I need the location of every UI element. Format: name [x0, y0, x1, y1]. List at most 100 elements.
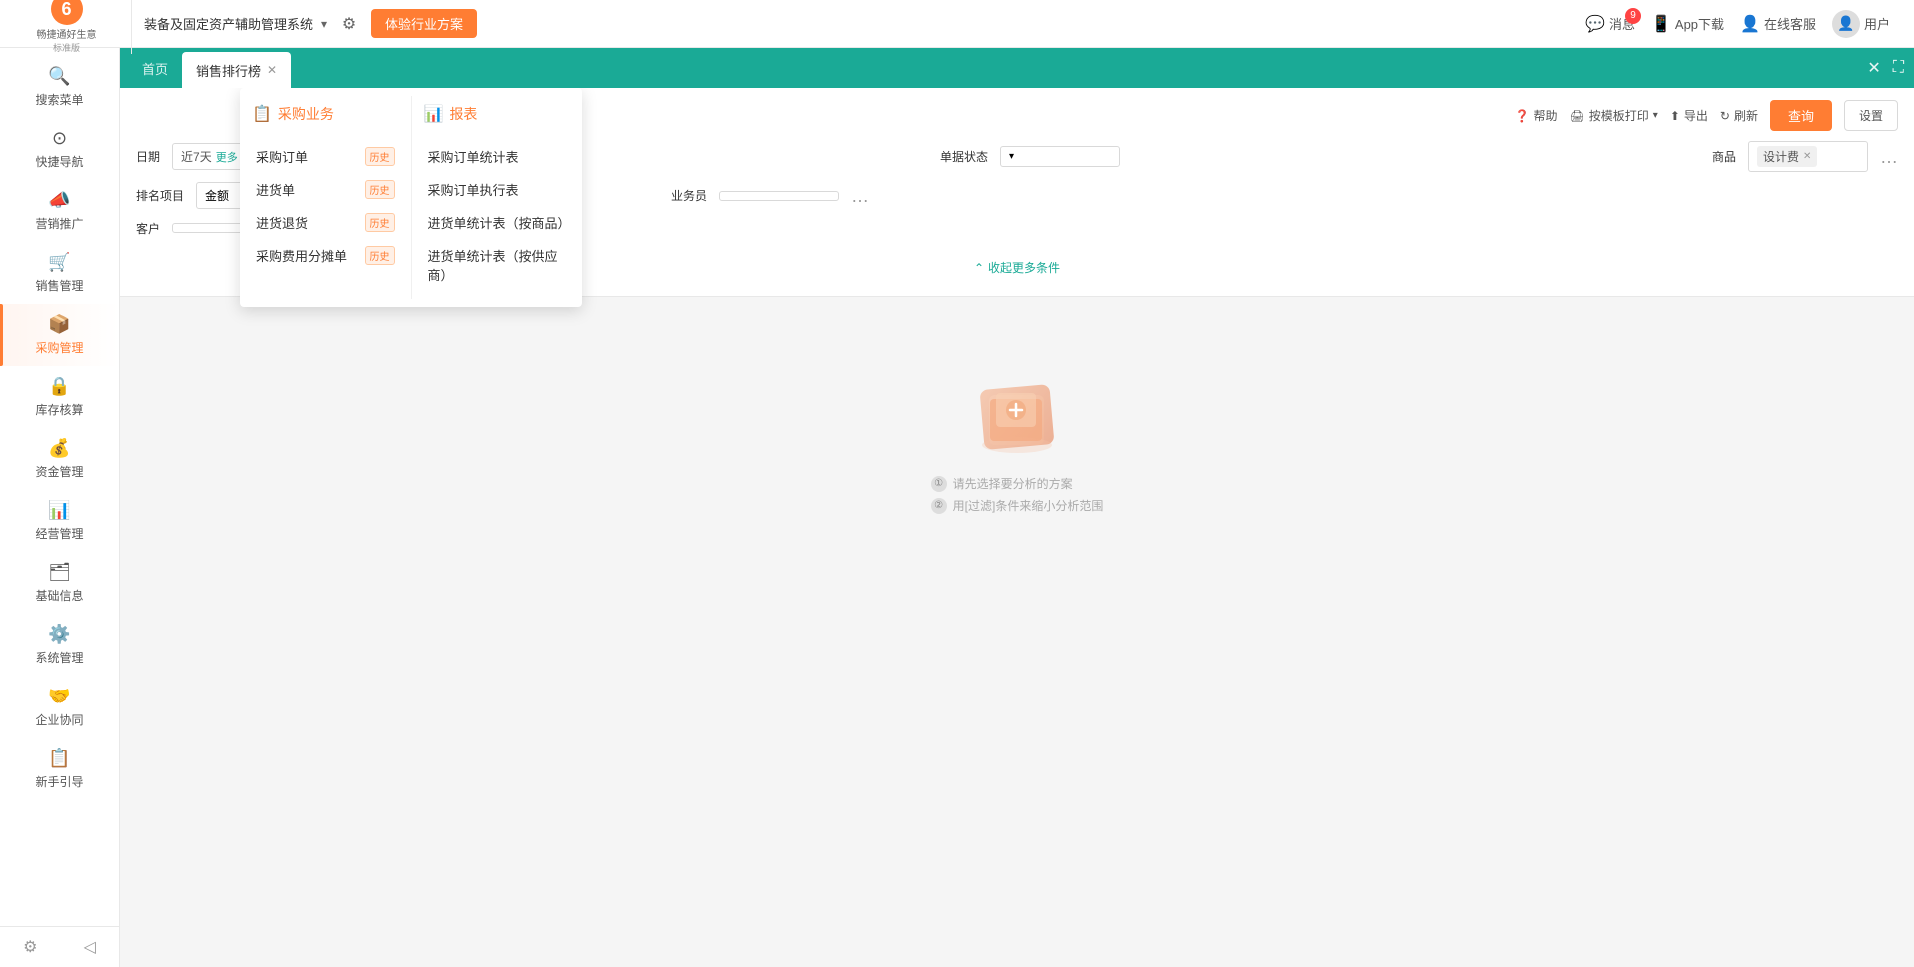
- tip-text-1: 请先选择要分析的方案: [953, 473, 1073, 495]
- menu-item-order-exec[interactable]: 采购订单执行表: [424, 173, 571, 206]
- sidebar-item-basic[interactable]: 🗂 基础信息: [0, 552, 119, 614]
- tab-bar-maximize-btn[interactable]: ⛶: [1891, 57, 1906, 79]
- message-action[interactable]: 💬 消息 9: [1585, 14, 1635, 34]
- menu-item-order-stats[interactable]: 采购订单统计表: [424, 140, 571, 173]
- tab-home[interactable]: 首页: [128, 48, 182, 88]
- salesperson-label: 业务员: [671, 187, 707, 204]
- doc-status-select[interactable]: ▾: [1000, 146, 1120, 167]
- logo-icon: 6: [51, 0, 83, 25]
- user-action[interactable]: 👤 用户: [1832, 10, 1890, 38]
- sidebar-item-sales[interactable]: 🛒 销售管理: [0, 242, 119, 304]
- sidebar-item-finance[interactable]: 💰 资金管理: [0, 428, 119, 490]
- sales-icon: 🛒: [48, 252, 70, 273]
- sidebar-item-operation[interactable]: 📊 经营管理: [0, 490, 119, 552]
- guide-icon: 📋: [48, 748, 70, 769]
- sidebar-item-label-sales: 销售管理: [35, 277, 83, 294]
- collapse-icon: ⌃: [974, 261, 984, 275]
- print-label: 按模板打印: [1589, 107, 1649, 124]
- purchase-col-title: 📋 采购业务: [252, 104, 399, 130]
- order-exec-label: 采购订单执行表: [428, 180, 519, 199]
- finance-icon: 💰: [48, 438, 70, 459]
- purchase-dropdown-menu: 📋 采购业务 采购订单 历史 进货单 历史 进货退货 历史: [240, 88, 582, 307]
- settings-btn[interactable]: ⚙: [335, 10, 363, 38]
- tab-home-label: 首页: [142, 59, 168, 78]
- logo-badge: 标准版: [53, 41, 80, 54]
- dropdown-arrow-icon[interactable]: ▾: [321, 17, 327, 31]
- goods-more-dots[interactable]: …: [1880, 148, 1898, 166]
- sidebar-item-marketing[interactable]: 📣 营销推广: [0, 180, 119, 242]
- query-btn[interactable]: 查询: [1770, 100, 1832, 131]
- menu-item-purchase-cost[interactable]: 采购费用分摊单 历史: [252, 239, 399, 272]
- help-btn[interactable]: ❓ 帮助: [1515, 107, 1558, 124]
- sidebar-item-enterprise[interactable]: 🤝 企业协同: [0, 676, 119, 738]
- goods-select[interactable]: 设计费 ✕: [1748, 141, 1868, 172]
- report-col: 📊 报表 采购订单统计表 采购订单执行表 进货单统计表（按商品） 进货单统计表（…: [411, 96, 583, 299]
- incoming-history-badge: 历史: [365, 180, 395, 199]
- empty-state: ① 请先选择要分析的方案 ② 用[过滤]条件来缩小分析范围: [120, 297, 1914, 597]
- sidebar-item-system[interactable]: ⚙️ 系统管理: [0, 614, 119, 676]
- system-name: 装备及固定资产辅助管理系统: [144, 14, 313, 33]
- sidebar-item-guide[interactable]: 📋 新手引导: [0, 738, 119, 800]
- sidebar-item-inventory[interactable]: 🔒 库存核算: [0, 366, 119, 428]
- industry-btn[interactable]: 体验行业方案: [371, 9, 477, 38]
- date-preset-value: 近7天: [181, 148, 212, 165]
- app-label: App下载: [1675, 14, 1724, 33]
- sidebar-item-label-marketing: 营销推广: [35, 215, 83, 232]
- sidebar-settings-btn[interactable]: ⚙: [23, 937, 37, 957]
- header-middle: 装备及固定资产辅助管理系统 ▾ ⚙ 体验行业方案: [132, 9, 1585, 38]
- help-icon: ❓: [1515, 109, 1530, 123]
- date-label: 日期: [136, 148, 160, 165]
- service-label: 在线客服: [1764, 14, 1816, 33]
- report-col-title-text: 报表: [449, 104, 477, 124]
- refresh-icon: ↻: [1720, 109, 1730, 123]
- purchase-order-label: 采购订单: [256, 147, 308, 166]
- empty-image: [967, 377, 1067, 457]
- app-download-action[interactable]: 📱 App下载: [1651, 14, 1724, 34]
- doc-status-label: 单据状态: [940, 148, 988, 165]
- salesperson-dots[interactable]: …: [851, 187, 869, 205]
- tab-close-icon[interactable]: ✕: [267, 63, 277, 77]
- sidebar-collapse-btn[interactable]: ◁: [84, 937, 96, 957]
- order-stats-label: 采购订单统计表: [428, 147, 519, 166]
- tab-bar-right: ✕ ⛶: [1865, 56, 1906, 80]
- help-label: 帮助: [1534, 107, 1558, 124]
- set-btn[interactable]: 设置: [1844, 100, 1898, 131]
- menu-item-incoming[interactable]: 进货单 历史: [252, 173, 399, 206]
- sidebar-item-search[interactable]: 🔍 搜索菜单: [0, 56, 119, 118]
- salesperson-select[interactable]: [719, 191, 839, 201]
- sidebar-item-quick[interactable]: ⊙ 快捷导航: [0, 118, 119, 180]
- sidebar-item-purchase[interactable]: 📦 采购管理: [0, 304, 119, 366]
- print-btn[interactable]: 🖨 按模板打印 ▾: [1570, 107, 1658, 124]
- tab-sales-ranking[interactable]: 销售排行榜 ✕: [182, 52, 291, 88]
- menu-item-incoming-goods[interactable]: 进货单统计表（按商品）: [424, 206, 571, 239]
- sidebar-item-label-enterprise: 企业协同: [35, 711, 83, 728]
- goods-tag-close[interactable]: ✕: [1803, 151, 1811, 162]
- print-icon: 🖨: [1570, 109, 1585, 123]
- sidebar-item-label-quick: 快捷导航: [35, 153, 83, 170]
- online-service-action[interactable]: 👤 在线客服: [1740, 14, 1816, 34]
- main-layout: 🔍 搜索菜单 ⊙ 快捷导航 📣 营销推广 🛒 销售管理 📦 采购管理 🔒 库存核…: [0, 48, 1914, 967]
- purchase-col-title-text: 采购业务: [278, 104, 334, 124]
- sidebar-item-label-finance: 资金管理: [35, 463, 83, 480]
- content-area: 首页 销售排行榜 ✕ ✕ ⛶ ❓ 帮助: [120, 48, 1914, 967]
- doc-status-dropdown-icon: ▾: [1009, 151, 1014, 162]
- goods-label: 商品: [1712, 148, 1736, 165]
- export-btn[interactable]: ⬆ 导出: [1670, 107, 1708, 124]
- tab-bar-close-btn[interactable]: ✕: [1865, 56, 1882, 80]
- incoming-supplier-label: 进货单统计表（按供应商）: [428, 246, 567, 284]
- sidebar-item-label-purchase: 采购管理: [35, 339, 83, 356]
- tip-num-1: ①: [931, 476, 947, 492]
- marketing-icon: 📣: [48, 190, 70, 211]
- page-content: ❓ 帮助 🖨 按模板打印 ▾ ⬆ 导出 ↻ 刷新: [120, 88, 1914, 967]
- menu-item-purchase-order[interactable]: 采购订单 历史: [252, 140, 399, 173]
- purchase-icon: 📦: [48, 314, 70, 335]
- refresh-btn[interactable]: ↻ 刷新: [1720, 107, 1758, 124]
- basic-icon: 🗂: [48, 562, 71, 583]
- date-more-link[interactable]: 更多: [216, 149, 238, 165]
- tab-sales-ranking-label: 销售排行榜: [196, 61, 261, 80]
- collapse-btn[interactable]: ⌃ 收起更多条件: [974, 251, 1060, 284]
- purchase-col: 📋 采购业务 采购订单 历史 进货单 历史 进货退货 历史: [240, 96, 411, 299]
- report-col-icon: 📊: [424, 104, 444, 124]
- menu-item-return[interactable]: 进货退货 历史: [252, 206, 399, 239]
- menu-item-incoming-supplier[interactable]: 进货单统计表（按供应商）: [424, 239, 571, 291]
